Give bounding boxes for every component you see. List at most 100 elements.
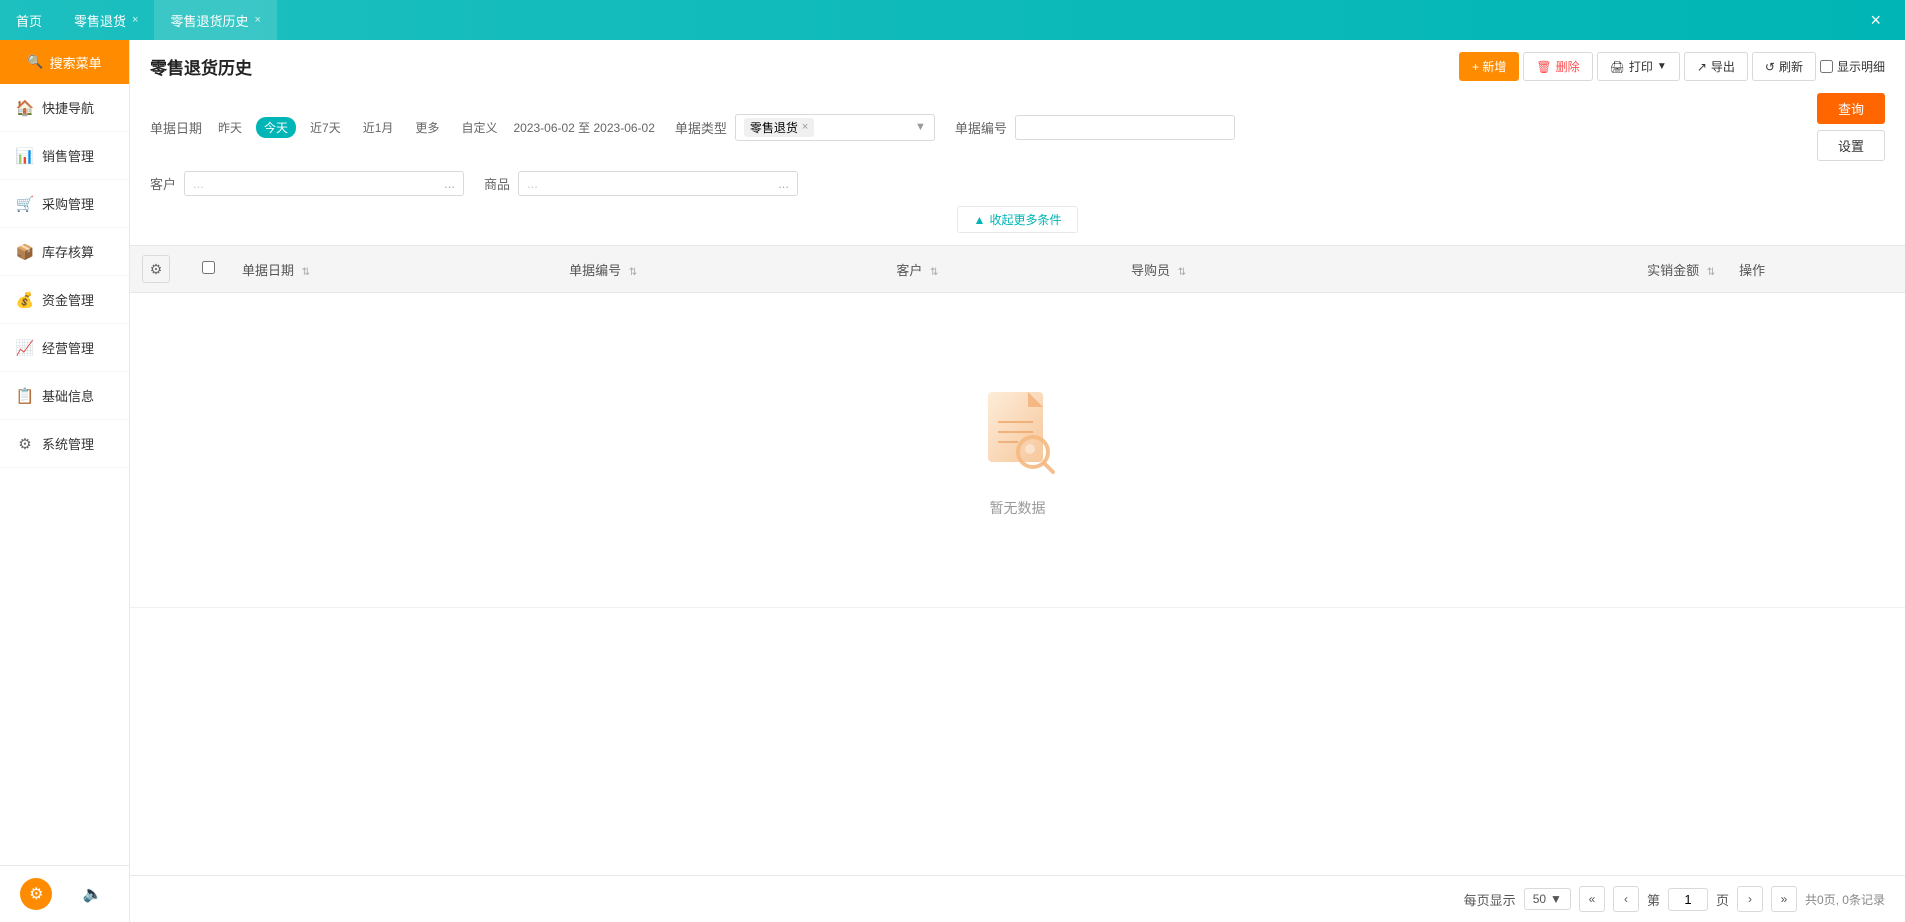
date-btn-today[interactable]: 今天 xyxy=(256,117,296,138)
finance-icon: 💰 xyxy=(16,291,34,309)
settings-gear-button[interactable]: ⚙ xyxy=(20,878,52,910)
guide-sort-icon: ⇅ xyxy=(1178,267,1186,278)
pagination-bar: 每页显示 50 ▼ « ‹ 第 页 › » 共0页, 0条记录 xyxy=(130,875,1905,922)
tab-home-label: 首页 xyxy=(16,11,42,30)
table-col-number-label: 单据编号 xyxy=(569,263,621,278)
number-filter: 单据编号 xyxy=(955,115,1235,140)
date-btn-custom[interactable]: 自定义 xyxy=(453,117,505,138)
empty-cell: 暂无数据 xyxy=(130,293,1905,608)
tab-retail-return[interactable]: 零售退货 × xyxy=(58,0,154,40)
setting-button[interactable]: 设置 xyxy=(1817,130,1885,161)
sidebar-item-quick-nav[interactable]: 🏠 快捷导航 xyxy=(0,84,129,132)
empty-state-icon xyxy=(968,382,1068,482)
table-col-amount-label: 实销金额 xyxy=(1647,263,1699,278)
sidebar-item-operations-label: 经营管理 xyxy=(42,338,94,357)
collapse-icon: ▲ xyxy=(974,213,986,227)
table-col-settings: ⚙ xyxy=(130,246,190,293)
sidebar-item-basic-info-label: 基础信息 xyxy=(42,386,94,405)
sidebar-item-finance[interactable]: 💰 资金管理 xyxy=(0,276,129,324)
type-select[interactable]: 零售退货 × ▼ xyxy=(735,114,935,141)
type-filter: 单据类型 零售退货 × ▼ xyxy=(675,114,935,141)
date-btn-yesterday[interactable]: 昨天 xyxy=(210,117,250,138)
number-sort-icon: ⇅ xyxy=(629,267,637,278)
filter-row-2: 客户 ... 商品 ... xyxy=(150,171,1885,196)
quick-nav-icon: 🏠 xyxy=(16,99,34,117)
goods-filter-label: 商品 xyxy=(484,174,510,193)
select-all-checkbox[interactable] xyxy=(202,261,215,274)
window-close-button[interactable]: × xyxy=(1862,10,1889,31)
mute-button[interactable]: 🔈 xyxy=(77,878,109,910)
export-button[interactable]: ↗ 导出 xyxy=(1684,52,1748,81)
tab-home[interactable]: 首页 xyxy=(0,0,58,40)
sidebar-item-purchase[interactable]: 🛒 采购管理 xyxy=(0,180,129,228)
type-select-arrow-icon: ▼ xyxy=(915,121,926,133)
query-button[interactable]: 查询 xyxy=(1817,93,1885,124)
display-detail-label: 显示明细 xyxy=(1837,58,1885,75)
first-page-button[interactable]: « xyxy=(1579,886,1605,912)
tab-retail-return-history[interactable]: 零售退货历史 × xyxy=(154,0,276,40)
prev-page-button[interactable]: ‹ xyxy=(1613,886,1639,912)
new-button[interactable]: + 新增 xyxy=(1459,52,1519,81)
sidebar-search-label: 搜索菜单 xyxy=(50,53,102,72)
tab-retail-return-history-close[interactable]: × xyxy=(254,14,260,26)
sidebar-bottom: ⚙ 🔈 xyxy=(0,865,129,922)
sidebar-item-sales-label: 销售管理 xyxy=(42,146,94,165)
display-detail-checkbox[interactable] xyxy=(1820,60,1833,73)
sidebar-item-inventory[interactable]: 📦 库存核算 xyxy=(0,228,129,276)
filter-area: 单据日期 昨天 今天 近7天 近1月 更多 自定义 2023-06-02 至 2… xyxy=(150,93,1885,245)
type-select-remove[interactable]: × xyxy=(802,121,808,133)
number-filter-input[interactable] xyxy=(1015,115,1235,140)
page-size-label: 每页显示 xyxy=(1464,890,1516,909)
collapse-label: 收起更多条件 xyxy=(989,211,1061,228)
search-icon: 🔍 xyxy=(27,54,43,70)
table-col-number[interactable]: 单据编号 ⇅ xyxy=(557,246,884,293)
table-col-date[interactable]: 单据日期 ⇅ xyxy=(230,246,557,293)
date-btn-7days[interactable]: 近7天 xyxy=(302,117,349,138)
empty-row: 暂无数据 xyxy=(130,293,1905,608)
type-filter-label: 单据类型 xyxy=(675,118,727,137)
table-col-customer[interactable]: 客户 ⇅ xyxy=(884,246,1119,293)
display-detail-toggle[interactable]: 显示明细 xyxy=(1820,58,1885,75)
refresh-button[interactable]: ↺ 刷新 xyxy=(1752,52,1816,81)
current-page-input[interactable] xyxy=(1668,888,1708,911)
next-page-button[interactable]: › xyxy=(1737,886,1763,912)
system-icon: ⚙ xyxy=(16,435,34,453)
print-button[interactable]: 🖨 打印 ▼ xyxy=(1597,52,1680,81)
customer-filter: 客户 ... xyxy=(150,171,464,196)
date-btn-more[interactable]: 更多 xyxy=(407,117,447,138)
data-table: ⚙ 单据日期 ⇅ 单据编号 ⇅ xyxy=(130,246,1905,608)
table-col-action-label: 操作 xyxy=(1739,263,1765,278)
table-header-row: ⚙ 单据日期 ⇅ 单据编号 ⇅ xyxy=(130,246,1905,293)
export-label: 导出 xyxy=(1711,58,1735,75)
tab-retail-return-close[interactable]: × xyxy=(132,14,138,26)
sidebar-item-sales[interactable]: 📊 销售管理 xyxy=(0,132,129,180)
table-settings-icon[interactable]: ⚙ xyxy=(142,255,170,283)
page-word: 第 xyxy=(1647,890,1660,909)
tab-retail-return-history-label: 零售退货历史 xyxy=(170,11,248,30)
date-filter-label: 单据日期 xyxy=(150,118,202,137)
date-btn-1month[interactable]: 近1月 xyxy=(355,117,402,138)
refresh-label: 刷新 xyxy=(1779,58,1803,75)
table-col-amount[interactable]: 实销金额 ⇅ xyxy=(1400,246,1727,293)
sales-icon: 📊 xyxy=(16,147,34,165)
customer-filter-input[interactable]: ... xyxy=(184,171,464,196)
tab-list: 首页 零售退货 × 零售退货历史 × xyxy=(0,0,1862,40)
pagination-total: 共0页, 0条记录 xyxy=(1805,891,1885,908)
collapse-filter-button[interactable]: ▲ 收起更多条件 xyxy=(957,206,1079,233)
delete-button[interactable]: 🗑 删除 xyxy=(1523,52,1592,81)
last-page-button[interactable]: » xyxy=(1771,886,1797,912)
sidebar-search[interactable]: 🔍 搜索菜单 xyxy=(0,40,129,84)
page-title: 零售退货历史 xyxy=(150,54,252,79)
customer-sort-icon: ⇅ xyxy=(930,267,938,278)
goods-filter-input[interactable]: ... xyxy=(518,171,798,196)
sidebar-item-system[interactable]: ⚙ 系统管理 xyxy=(0,420,129,468)
goods-filter: 商品 ... xyxy=(484,171,798,196)
table-col-customer-label: 客户 xyxy=(896,263,922,278)
table-col-guide[interactable]: 导购员 ⇅ xyxy=(1119,246,1400,293)
delete-icon: 🗑 xyxy=(1536,60,1551,74)
page-size-select[interactable]: 50 ▼ xyxy=(1524,888,1571,910)
page-label: 页 xyxy=(1716,890,1729,909)
sidebar-item-operations[interactable]: 📈 经营管理 xyxy=(0,324,129,372)
sidebar-item-basic-info[interactable]: 📋 基础信息 xyxy=(0,372,129,420)
main-content: 零售退货历史 + 新增 🗑 删除 🖨 打印 ▼ ↗ 导出 xyxy=(130,40,1905,922)
